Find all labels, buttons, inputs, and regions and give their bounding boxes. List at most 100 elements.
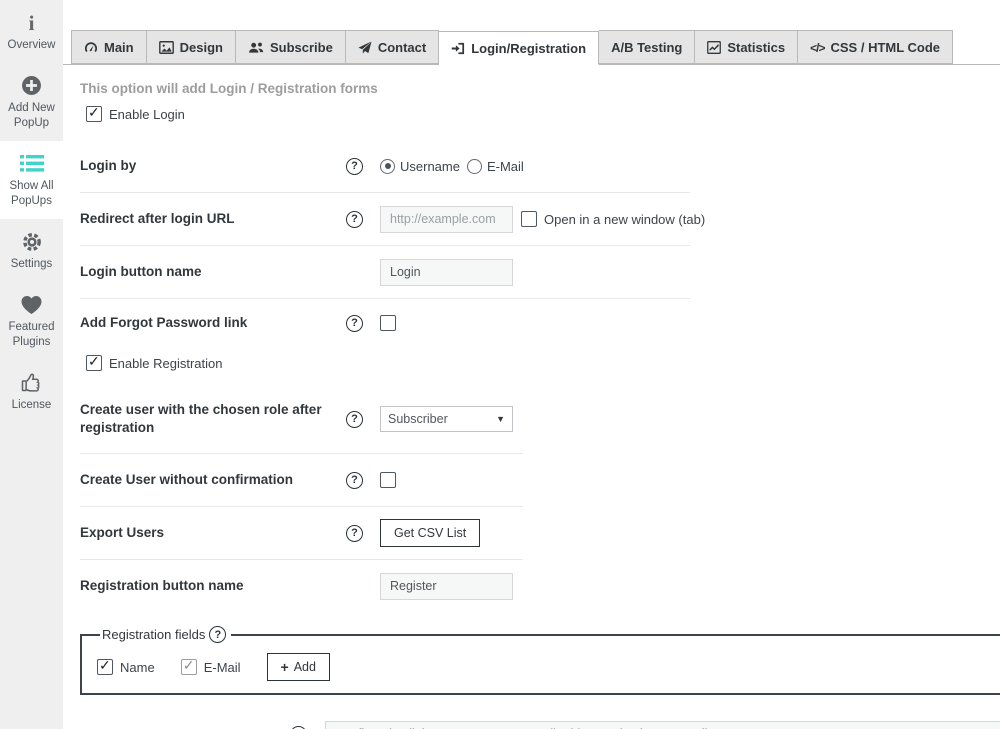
help-icon[interactable]: ? — [346, 410, 363, 428]
add-field-label: Add — [293, 660, 316, 674]
registration-fields-group: Registration fields ? ✓ Name ✓ E-Mail + … — [80, 626, 1000, 695]
login-button-name-input[interactable] — [380, 258, 513, 286]
field-name-label: Name — [120, 659, 155, 675]
sidebar-item-label: Overview — [7, 39, 56, 51]
thumbs-up-icon — [2, 371, 61, 395]
check-icon: ✓ — [88, 353, 100, 369]
row-redirect-url: Redirect after login URL ? Open in a new… — [80, 193, 1000, 245]
help-icon[interactable]: ? — [346, 157, 363, 175]
heart-icon — [2, 293, 61, 317]
sidebar-item-add-new-popup[interactable]: Add New PopUp — [0, 63, 63, 141]
row-export-users: Export Users ? Get CSV List — [80, 507, 1000, 559]
plus-icon: + — [280, 659, 289, 675]
field-email-checkbox[interactable]: ✓ — [180, 657, 197, 675]
help-icon[interactable]: ? — [346, 314, 363, 332]
login-registration-panel: This option will add Login / Registratio… — [63, 65, 1000, 729]
role-select[interactable]: Subscriber ▼ — [380, 406, 513, 432]
enable-login-checkbox-row[interactable]: ✓ Enable Login — [80, 100, 1000, 128]
tab-css-html-code[interactable]: </> CSS / HTML Code — [798, 30, 954, 64]
row-registration-button-name: Registration button name — [80, 560, 1000, 612]
help-icon[interactable]: ? — [346, 524, 363, 542]
tab-label: Subscribe — [269, 40, 333, 55]
field-label: Registration button name — [80, 578, 244, 594]
open-new-window-label: Open in a new window (tab) — [544, 211, 706, 227]
field-label: Create user with the chosen role after r… — [80, 402, 322, 435]
field-name-checkbox[interactable]: ✓ — [97, 657, 113, 675]
username-radio[interactable] — [380, 158, 395, 174]
help-icon[interactable]: ? — [346, 210, 363, 228]
field-email-label: E-Mail — [203, 659, 241, 675]
registration-button-name-input[interactable] — [380, 572, 513, 600]
redirect-url-input[interactable] — [380, 205, 513, 233]
tab-ab-testing[interactable]: A/B Testing — [599, 30, 696, 64]
email-radio[interactable] — [466, 158, 482, 174]
row-login-by: Login by ? Username E-Mail — [80, 140, 1000, 192]
confirmation-message-input[interactable] — [325, 720, 1000, 729]
field-label: Redirect after login URL — [80, 211, 235, 227]
info-icon: i — [28, 10, 35, 35]
users-icon — [248, 41, 264, 54]
field-label: Login button name — [80, 264, 202, 280]
chart-line-icon — [707, 41, 722, 54]
tab-label: Main — [104, 40, 134, 55]
field-name-row[interactable]: ✓ Name — [97, 657, 155, 675]
sidebar-item-label: Settings — [10, 257, 53, 270]
registration-fields-list: ✓ Name ✓ E-Mail + Add — [97, 653, 992, 681]
sidebar-item-label: License — [11, 398, 52, 411]
tab-label: Contact — [377, 40, 427, 55]
tab-label: Design — [179, 40, 223, 55]
popup-plugin-settings-page: i Overview Add New PopUp Show All PopUps — [0, 0, 1000, 729]
get-csv-list-button[interactable]: Get CSV List — [380, 519, 481, 547]
tab-login-registration[interactable]: Login/Registration — [439, 31, 600, 65]
section-note: This option will add Login / Registratio… — [80, 81, 378, 96]
sidebar-item-label: Show All PopUps — [9, 179, 54, 207]
sidebar-item-license[interactable]: License — [0, 360, 63, 423]
check-icon: ✓ — [182, 657, 195, 673]
plus-circle-icon — [2, 74, 61, 98]
field-label: Add Forgot Password link — [80, 315, 248, 331]
tab-design[interactable]: Design — [146, 30, 236, 64]
enable-registration-checkbox-row[interactable]: ✓ Enable Registration — [80, 349, 1000, 377]
row-no-confirmation: Create User without confirmation ? — [80, 454, 1000, 506]
tab-subscribe[interactable]: Subscribe — [235, 30, 346, 64]
paper-plane-icon — [358, 41, 372, 54]
row-user-role: Create user with the chosen role after r… — [80, 385, 1000, 453]
image-icon — [158, 41, 174, 54]
sidebar-item-settings[interactable]: Settings — [0, 219, 63, 282]
open-new-window-checkbox[interactable] — [521, 211, 537, 227]
gear-icon — [2, 230, 61, 254]
no-confirmation-checkbox[interactable] — [380, 472, 396, 488]
row-login-button-name: Login button name — [80, 246, 1000, 298]
tab-label: Login/Registration — [471, 41, 587, 56]
tab-contact[interactable]: Contact — [345, 30, 440, 64]
forgot-password-checkbox[interactable] — [380, 315, 396, 331]
list-icon — [2, 152, 61, 176]
sidebar-item-label: Add New PopUp — [8, 101, 55, 129]
field-email-row[interactable]: ✓ E-Mail — [180, 657, 241, 675]
sidebar-item-overview[interactable]: i Overview — [0, 0, 63, 63]
field-label: Create User without confirmation — [80, 472, 294, 488]
help-icon[interactable]: ? — [346, 471, 363, 489]
open-new-window-row[interactable]: Open in a new window (tab) — [521, 211, 705, 227]
settings-main-panel: Main Design Subscribe Contact Login/Regi… — [63, 0, 1000, 729]
sidebar-item-label: Featured Plugins — [8, 320, 55, 348]
enable-login-checkbox[interactable]: ✓ — [86, 104, 102, 122]
field-label: Login by — [80, 158, 137, 174]
code-icon: </> — [810, 40, 825, 55]
registration-fields-legend: Registration fields ? — [100, 626, 231, 643]
enable-registration-checkbox[interactable]: ✓ — [86, 353, 102, 371]
role-select-value: Subscriber — [388, 412, 448, 426]
email-radio-label: E-Mail — [486, 158, 524, 174]
sidebar-item-featured-plugins[interactable]: Featured Plugins — [0, 282, 63, 360]
sidebar-item-show-all-popups[interactable]: Show All PopUps — [0, 140, 63, 219]
check-icon: ✓ — [88, 104, 100, 120]
settings-tabbar: Main Design Subscribe Contact Login/Regi… — [63, 30, 1000, 65]
tab-main[interactable]: Main — [71, 30, 147, 64]
row-confirmation-message: "Confirmation sent" message ? — [80, 717, 1000, 729]
add-field-button[interactable]: + Add — [266, 653, 330, 681]
enable-registration-label: Enable Registration — [109, 355, 223, 371]
tab-label: A/B Testing — [611, 40, 683, 55]
dashboard-icon — [84, 41, 98, 54]
help-icon[interactable]: ? — [209, 626, 227, 643]
tab-statistics[interactable]: Statistics — [695, 30, 799, 64]
